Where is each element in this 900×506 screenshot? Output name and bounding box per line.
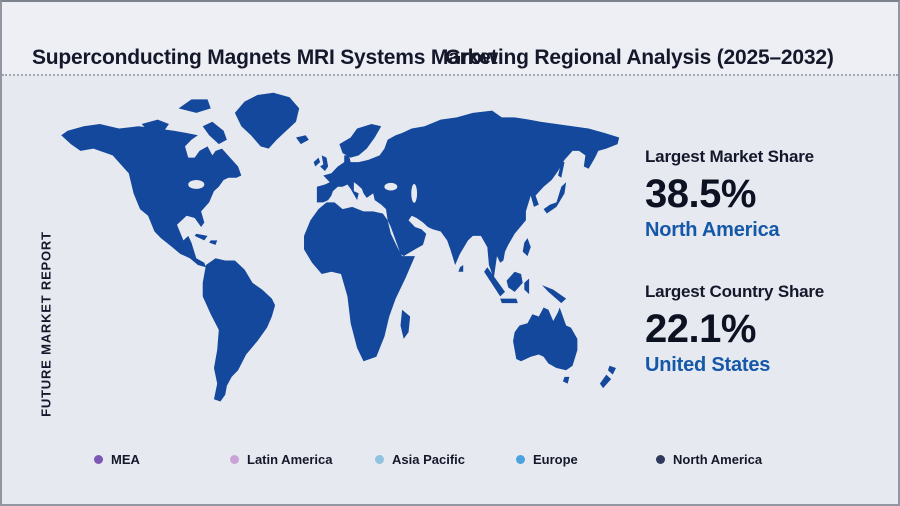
- landmass-madagascar: [400, 309, 411, 339]
- stat-value: 38.5%: [645, 172, 756, 216]
- stat-market-share: Largest Market Share 38.5% North America: [645, 147, 885, 242]
- landmass-japan: [543, 182, 567, 214]
- black-sea: [384, 182, 398, 191]
- legend-item-europe: Europe: [516, 450, 578, 468]
- legend-label: North America: [673, 451, 763, 467]
- legend-label: Latin America: [247, 451, 333, 467]
- legend-label: MEA: [111, 451, 140, 467]
- stat-region: United States: [645, 354, 771, 376]
- caspian-sea: [411, 184, 418, 203]
- landmass-australia: [513, 307, 578, 371]
- landmass-tasmania: [562, 376, 570, 384]
- landmass-new-zealand-north: [607, 365, 616, 375]
- landmass-new-zealand-south: [599, 374, 612, 389]
- landmass-philippines: [522, 238, 531, 257]
- map-legend: MEA Latin America Asia Pacific Europe No…: [2, 450, 898, 470]
- page-title-analysis: Growing Regional Analysis (2025–2032): [445, 46, 834, 69]
- stat-region: North America: [645, 219, 780, 241]
- legend-dot-asia-pacific: [375, 454, 384, 464]
- landmass-new-guinea: [541, 285, 567, 304]
- great-lakes: [188, 179, 205, 189]
- legend-item-mea: MEA: [94, 450, 140, 468]
- landmass-greenland: [234, 92, 300, 149]
- stat-country-share: Largest Country Share 22.1% United State…: [645, 282, 885, 377]
- legend-label: Asia Pacific: [392, 451, 465, 467]
- legend-dot-mea: [94, 454, 103, 464]
- world-map: [61, 92, 620, 402]
- landmass-borneo: [506, 271, 523, 292]
- legend-item-north-america: North America: [656, 450, 762, 468]
- infographic-canvas: Superconducting Magnets MRI Systems Mark…: [0, 0, 900, 506]
- landmass-ellesmere: [178, 99, 211, 113]
- legend-label: Europe: [533, 451, 578, 467]
- stat-label: Largest Market Share: [645, 147, 814, 166]
- landmass-ireland: [313, 157, 321, 167]
- page-title-market: Superconducting Magnets MRI Systems Mark…: [32, 46, 498, 69]
- landmass-java: [500, 298, 518, 304]
- landmass-iceland: [295, 135, 309, 145]
- landmass-cuba: [194, 233, 208, 241]
- landmass-north-america: [61, 124, 242, 268]
- landmass-south-america: [202, 258, 276, 402]
- landmass-sulawesi: [524, 278, 530, 295]
- legend-dot-europe: [516, 454, 525, 464]
- landmass-scandinavia: [339, 124, 382, 158]
- landmass-britain: [320, 155, 329, 172]
- stats-panel: Largest Market Share 38.5% North America…: [645, 147, 885, 377]
- landmass-hispaniola: [209, 240, 218, 245]
- stat-label: Largest Country Share: [645, 282, 825, 301]
- stat-value: 22.1%: [645, 307, 756, 351]
- legend-item-latin-america: Latin America: [230, 450, 333, 468]
- landmass-sri-lanka: [458, 265, 464, 272]
- landmass-baffin: [202, 121, 227, 145]
- legend-dot-latin-america: [230, 454, 239, 464]
- legend-item-asia-pacific: Asia Pacific: [375, 450, 465, 468]
- dotted-divider: [2, 74, 898, 76]
- legend-dot-north-america: [656, 454, 665, 464]
- brand-watermark: FUTURE MARKET REPORT: [38, 231, 54, 417]
